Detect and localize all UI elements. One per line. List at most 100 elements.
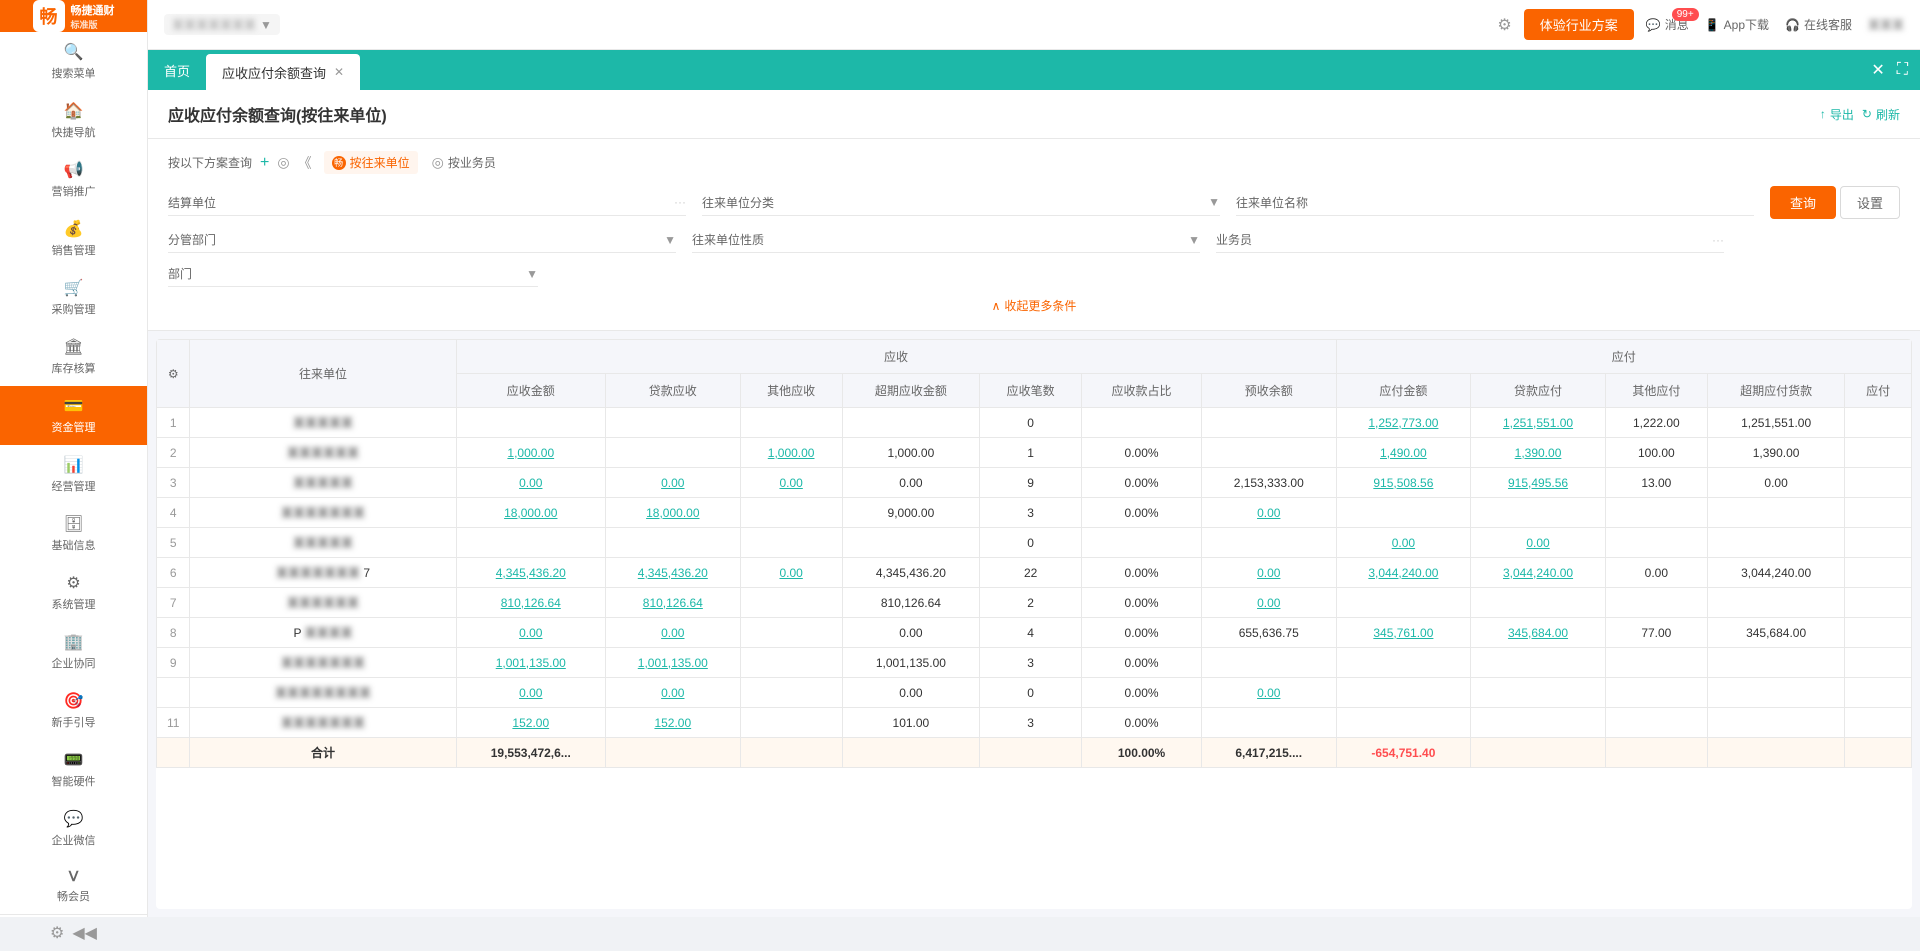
row-prepaid — [1201, 528, 1336, 558]
sidebar-item-quick[interactable]: 🏠 快捷导航 — [0, 91, 147, 150]
row-pay-amount[interactable]: 1,490.00 — [1336, 438, 1471, 468]
row-rec-amount[interactable]: 18,000.00 — [456, 498, 605, 528]
company-name[interactable]: 某某某某某某某 ▼ — [164, 14, 280, 35]
row-loan-rec[interactable]: 1,001,135.00 — [605, 648, 740, 678]
app-download-button[interactable]: 📱 App下载 — [1705, 16, 1769, 33]
customer-service-button[interactable]: 🎧 在线客服 — [1785, 16, 1852, 33]
row-other-rec — [740, 498, 842, 528]
message-button[interactable]: 💬 消息 99+ — [1646, 16, 1689, 33]
refresh-button[interactable]: ↻ 刷新 — [1862, 106, 1900, 123]
row-loan-rec[interactable]: 0.00 — [605, 678, 740, 708]
filter-by-unit[interactable]: 畅 按往来单位 — [324, 151, 418, 174]
row-rec-amount[interactable]: 1,001,135.00 — [456, 648, 605, 678]
row-unit: P 某某某某 — [190, 618, 456, 648]
sidebar-item-inventory[interactable]: 🏛 库存核算 — [0, 327, 147, 386]
row-loan-pay[interactable]: 1,390.00 — [1471, 438, 1606, 468]
sidebar-item-wechat[interactable]: 💬 企业微信 — [0, 799, 147, 858]
row-rec-amount[interactable]: 0.00 — [456, 618, 605, 648]
filter-settings-icon[interactable]: ◎ — [277, 154, 289, 171]
sidebar-item-guide[interactable]: 🎯 新手引导 — [0, 681, 147, 740]
row-pay-amount — [1336, 678, 1471, 708]
row-loan-pay[interactable]: 3,044,240.00 — [1471, 558, 1606, 588]
tab-query[interactable]: 应收应付余额查询 ✕ — [206, 54, 360, 90]
data-table-container[interactable]: ⚙ 往来单位 应收 应付 应收金额 贷款应收 其他应收 超期应收金额 应收笔数 … — [156, 339, 1912, 909]
sidebar-label-quick: 快捷导航 — [52, 124, 96, 140]
row-loan-rec[interactable]: 0.00 — [605, 468, 740, 498]
row-pay-amount[interactable]: 345,761.00 — [1336, 618, 1471, 648]
row-prepaid[interactable]: 0.00 — [1201, 588, 1336, 618]
sales-icon: 💰 — [64, 219, 84, 239]
sidebar-item-operation[interactable]: 📊 经营管理 — [0, 445, 147, 504]
sidebar-settings-icon[interactable]: ⚙ — [50, 923, 64, 943]
query-button[interactable]: 查询 — [1770, 186, 1836, 219]
filter-collapse-icon[interactable]: 《 — [298, 153, 312, 173]
row-loan-pay[interactable]: 0.00 — [1471, 528, 1606, 558]
row-rec-amount[interactable]: 810,126.64 — [456, 588, 605, 618]
topbar-gear-icon[interactable]: ⚙ — [1497, 15, 1511, 35]
sidebar-item-system[interactable]: ⚙ 系统管理 — [0, 563, 147, 622]
row-pay-amount[interactable]: 3,044,240.00 — [1336, 558, 1471, 588]
sidebar-item-enterprise[interactable]: 🏢 企业协同 — [0, 622, 147, 681]
sidebar-item-member[interactable]: Ⅴ 畅会员 — [0, 858, 147, 914]
table-settings-col[interactable]: ⚙ — [157, 340, 190, 408]
sidebar-logo: 畅 畅捷通财 标准版 — [0, 0, 147, 32]
settings-button[interactable]: 设置 — [1840, 186, 1900, 219]
maximize-icon[interactable]: ⛶ — [1897, 61, 1908, 79]
row-rec-amount[interactable]: 0.00 — [456, 468, 605, 498]
row-unit: 某某某某某某 — [190, 438, 456, 468]
member-icon: Ⅴ — [69, 868, 79, 885]
finance-icon: 💳 — [64, 396, 84, 416]
refresh-icon: ↻ — [1862, 107, 1872, 121]
promo-button[interactable]: 体验行业方案 — [1524, 9, 1634, 40]
filter-add-icon[interactable]: + — [260, 154, 269, 172]
row-prepaid[interactable]: 0.00 — [1201, 678, 1336, 708]
row-loan-rec[interactable]: 152.00 — [605, 708, 740, 738]
user-info[interactable]: 某某某 — [1868, 16, 1904, 33]
field-label-unitname: 往来单位名称 — [1236, 194, 1316, 211]
row-pay-rest — [1845, 468, 1912, 498]
row-other-rec[interactable]: 1,000.00 — [740, 438, 842, 468]
row-loan-pay[interactable]: 915,495.56 — [1471, 468, 1606, 498]
row-pay-amount[interactable]: 915,508.56 — [1336, 468, 1471, 498]
filter-by-staff[interactable]: ◎ 按业务员 — [424, 151, 504, 174]
row-pay-amount[interactable]: 1,252,773.00 — [1336, 408, 1471, 438]
col-unit: 往来单位 — [190, 340, 456, 408]
row-prepaid[interactable]: 0.00 — [1201, 498, 1336, 528]
row-rec-amount[interactable]: 1,000.00 — [456, 438, 605, 468]
table-gear-icon[interactable]: ⚙ — [168, 367, 179, 381]
topbar: 某某某某某某某 ▼ ⚙ 体验行业方案 💬 消息 99+ 📱 App下载 🎧 在线… — [148, 0, 1920, 50]
close-tab-icon[interactable]: ✕ — [334, 65, 344, 79]
sidebar-item-finance[interactable]: 💳 资金管理 — [0, 386, 147, 445]
sidebar-item-marketing[interactable]: 📢 营销推广 — [0, 150, 147, 209]
export-button[interactable]: ↑ 导出 — [1820, 106, 1854, 123]
table-row: 2 某某某某某某 1,000.00 1,000.00 1,000.00 1 0.… — [157, 438, 1912, 468]
col-overdue-payable: 超期应付货款 — [1707, 374, 1845, 408]
sidebar-item-basic[interactable]: 🗄 基础信息 — [0, 504, 147, 563]
sidebar-item-sales[interactable]: 💰 销售管理 — [0, 209, 147, 268]
row-rec-amount[interactable]: 0.00 — [456, 678, 605, 708]
sidebar-label-guide: 新手引导 — [52, 714, 96, 730]
sidebar-item-search[interactable]: 🔍 搜索菜单 — [0, 32, 147, 91]
collapse-button[interactable]: ∧ 收起更多条件 — [992, 293, 1077, 318]
row-loan-rec[interactable]: 810,126.64 — [605, 588, 740, 618]
tab-home[interactable]: 首页 — [148, 50, 206, 90]
row-other-rec[interactable]: 0.00 — [740, 468, 842, 498]
wechat-icon: 💬 — [64, 809, 84, 829]
row-overdue-rec: 9,000.00 — [842, 498, 980, 528]
sidebar-item-purchase[interactable]: 🛒 采购管理 — [0, 268, 147, 327]
row-loan-rec[interactable]: 18,000.00 — [605, 498, 740, 528]
row-other-rec[interactable]: 0.00 — [740, 558, 842, 588]
row-loan-pay[interactable]: 345,684.00 — [1471, 618, 1606, 648]
close-window-icon[interactable]: ✕ — [1871, 60, 1884, 80]
sidebar-collapse-icon[interactable]: ◀◀ — [72, 923, 97, 943]
row-rec-amount[interactable]: 4,345,436.20 — [456, 558, 605, 588]
row-loan-pay[interactable]: 1,251,551.00 — [1471, 408, 1606, 438]
row-prepaid[interactable]: 0.00 — [1201, 558, 1336, 588]
row-loan-rec[interactable]: 0.00 — [605, 618, 740, 648]
row-pay-amount[interactable]: 0.00 — [1336, 528, 1471, 558]
row-overdue-pay: 0.00 — [1707, 468, 1845, 498]
row-rec-amount[interactable]: 152.00 — [456, 708, 605, 738]
sidebar-item-hardware[interactable]: 📟 智能硬件 — [0, 740, 147, 799]
row-loan-rec[interactable]: 4,345,436.20 — [605, 558, 740, 588]
row-prepaid — [1201, 648, 1336, 678]
